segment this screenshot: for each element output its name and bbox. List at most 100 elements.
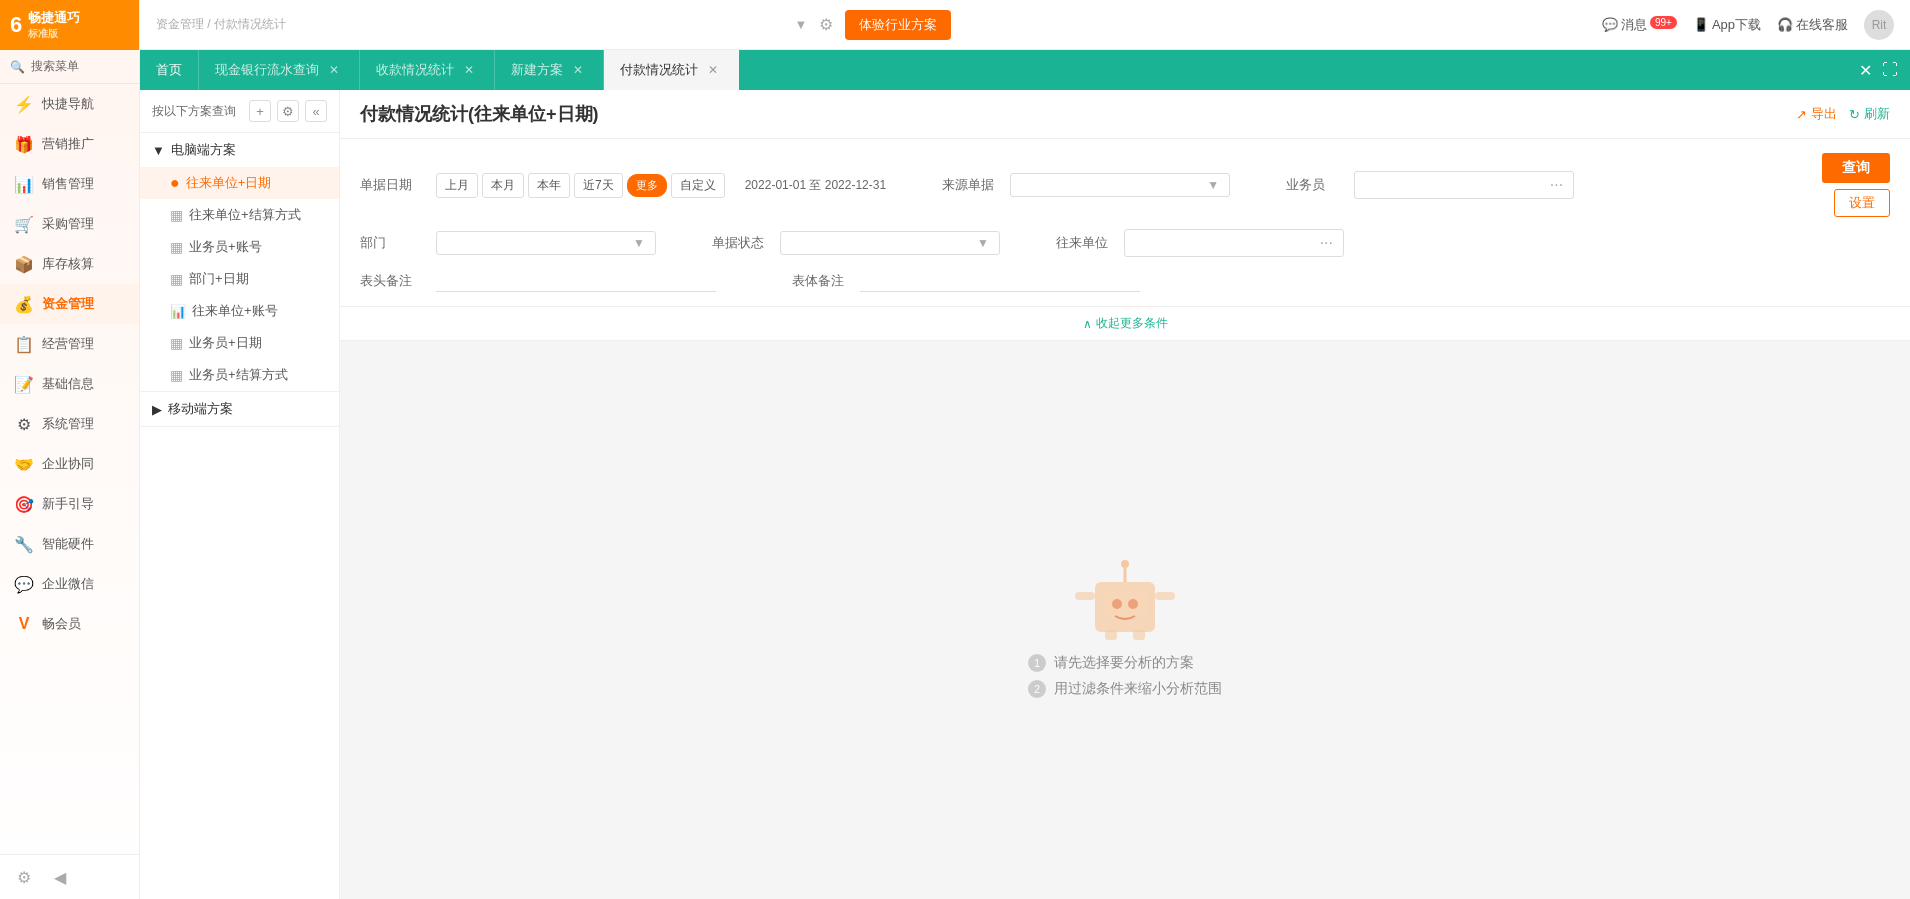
sidebar-item-label: 经营管理 [42, 335, 94, 353]
collapse-bar[interactable]: ∧ 收起更多条件 [340, 307, 1910, 341]
page-header: 付款情况统计(往来单位+日期) ↗ 导出 ↻ 刷新 [340, 90, 1910, 139]
voucher-status-arrow: ▼ [977, 236, 989, 250]
scheme-unit-settle[interactable]: ▦ 往来单位+结算方式 [140, 199, 339, 231]
desktop-group-header[interactable]: ▼ 电脑端方案 [140, 133, 339, 167]
online-service[interactable]: 🎧 在线客服 [1777, 16, 1848, 34]
scheme-unit-account[interactable]: 📊 往来单位+账号 [140, 295, 339, 327]
note-body-input[interactable] [860, 269, 1140, 292]
settings-btn[interactable]: 设置 [1834, 189, 1890, 217]
refresh-btn[interactable]: ↻ 刷新 [1849, 105, 1890, 123]
tab-receipt-label: 收款情况统计 [376, 61, 454, 79]
btn-more[interactable]: 更多 [627, 174, 667, 197]
note-header-input[interactable] [436, 269, 716, 292]
sidebar-item-zhineng[interactable]: 🔧 智能硬件 [0, 524, 139, 564]
tab-new[interactable]: 新建方案 ✕ [495, 50, 604, 90]
tab-bank-close[interactable]: ✕ [325, 61, 343, 79]
sidebar-item-label: 企业微信 [42, 575, 94, 593]
cart-icon: 🛒 [14, 214, 34, 234]
salesman-select[interactable]: ··· [1354, 171, 1574, 199]
user-avatar[interactable]: Rit [1864, 10, 1894, 40]
svg-rect-6 [1075, 592, 1095, 600]
panel-header-icons: + ⚙ « [249, 100, 327, 122]
btn-this-month[interactable]: 本月 [482, 173, 524, 198]
sidebar-item-qiye[interactable]: 🤝 企业协同 [0, 444, 139, 484]
message-badge: 99+ [1650, 16, 1677, 29]
svg-point-5 [1121, 560, 1129, 568]
close-all-icon[interactable]: ✕ [1859, 61, 1872, 80]
tab-new-close[interactable]: ✕ [569, 61, 587, 79]
app-download[interactable]: 📱 App下载 [1693, 16, 1761, 34]
tab-receipt[interactable]: 收款情况统计 ✕ [360, 50, 495, 90]
sidebar-item-jichu[interactable]: 📝 基础信息 [0, 364, 139, 404]
empty-state: 1 请先选择要分析的方案 2 用过滤条件来缩小分析范围 [340, 341, 1910, 899]
mobile-group-label: 移动端方案 [168, 400, 233, 418]
collapse-sidebar-icon[interactable]: ◀ [46, 863, 74, 891]
settings-gear-icon[interactable]: ⚙ [819, 15, 833, 34]
settings-icon[interactable]: ⚙ [10, 863, 38, 891]
export-btn[interactable]: ↗ 导出 [1796, 105, 1837, 123]
scheme-staff-settle[interactable]: ▦ 业务员+结算方式 [140, 359, 339, 391]
scheme-icon-4: 📊 [170, 304, 186, 319]
btn-custom[interactable]: 自定义 [671, 173, 725, 198]
sidebar-item-kuaijie[interactable]: ⚡ 快捷导航 [0, 84, 139, 124]
sidebar-item-huiyuan[interactable]: V 畅会员 [0, 604, 139, 644]
scheme-unit-date[interactable]: ● 往来单位+日期 [140, 167, 339, 199]
search-menu[interactable]: 🔍 搜索菜单 [0, 50, 139, 84]
source-select[interactable]: ▼ [1010, 173, 1230, 197]
active-scheme-icon: ● [170, 174, 180, 192]
info-icon: 📝 [14, 374, 34, 394]
sidebar-item-xiaoshou[interactable]: 📊 销售管理 [0, 164, 139, 204]
salesman-label: 业务员 [1286, 176, 1346, 194]
partner-label: 往来单位 [1056, 234, 1116, 252]
scheme-staff-date[interactable]: ▦ 业务员+日期 [140, 327, 339, 359]
scheme-item-label: 往来单位+账号 [192, 302, 278, 320]
btn-this-year[interactable]: 本年 [528, 173, 570, 198]
message-label: 消息 [1621, 16, 1647, 34]
tab-bank[interactable]: 现金银行流水查询 ✕ [199, 50, 360, 90]
btn-last-month[interactable]: 上月 [436, 173, 478, 198]
salesman-more-icon[interactable]: ··· [1550, 176, 1563, 194]
sidebar-item-wechat[interactable]: 💬 企业微信 [0, 564, 139, 604]
chevron-down-icon: ▼ [152, 143, 165, 158]
money-icon: 💰 [14, 294, 34, 314]
gear-icon: ⚙ [14, 414, 34, 434]
voucher-status-select[interactable]: ▼ [780, 231, 1000, 255]
note-body-label: 表体备注 [792, 272, 852, 290]
tab-home[interactable]: 首页 [140, 50, 199, 90]
scheme-dept-date[interactable]: ▦ 部门+日期 [140, 263, 339, 295]
btn-last-7days[interactable]: 近7天 [574, 173, 623, 198]
scheme-staff-account[interactable]: ▦ 业务员+账号 [140, 231, 339, 263]
scheme-icon-2: ▦ [170, 239, 183, 255]
sidebar-item-label: 企业协同 [42, 455, 94, 473]
dept-select[interactable]: ▼ [436, 231, 656, 255]
sidebar-item-xitong[interactable]: ⚙ 系统管理 [0, 404, 139, 444]
scheme-item-label: 业务员+账号 [189, 238, 262, 256]
sidebar-item-jingying[interactable]: 📋 经营管理 [0, 324, 139, 364]
box-icon: 📦 [14, 254, 34, 274]
add-scheme-btn[interactable]: + [249, 100, 271, 122]
sidebar-item-zijin[interactable]: 💰 资金管理 [0, 284, 139, 324]
query-btn[interactable]: 查询 [1822, 153, 1890, 183]
partner-select[interactable]: ··· [1124, 229, 1344, 257]
sidebar-item-xinshou[interactable]: 🎯 新手引导 [0, 484, 139, 524]
partner-more-icon[interactable]: ··· [1320, 234, 1333, 252]
sidebar-item-caigou[interactable]: 🛒 采购管理 [0, 204, 139, 244]
tab-payment-close[interactable]: ✕ [704, 61, 722, 79]
sidebar-item-kucun[interactable]: 📦 库存核算 [0, 244, 139, 284]
collapse-panel-btn[interactable]: « [305, 100, 327, 122]
desktop-scheme-group: ▼ 电脑端方案 ● 往来单位+日期 ▦ 往来单位+结算方式 ▦ 业务员+账号 ▦ [140, 133, 339, 392]
trial-btn[interactable]: 体验行业方案 [845, 10, 951, 40]
date-range-text: 2022-01-01 至 2022-12-31 [745, 177, 886, 194]
sidebar-item-yingxiao[interactable]: 🎁 营销推广 [0, 124, 139, 164]
tab-payment[interactable]: 付款情况统计 ✕ [604, 50, 739, 90]
scheme-item-label: 往来单位+日期 [186, 174, 272, 192]
search-label: 搜索菜单 [31, 58, 79, 75]
mobile-scheme-group: ▶ 移动端方案 [140, 392, 339, 427]
mobile-group-header[interactable]: ▶ 移动端方案 [140, 392, 339, 426]
scheme-settings-btn[interactable]: ⚙ [277, 100, 299, 122]
tab-receipt-close[interactable]: ✕ [460, 61, 478, 79]
logo-sub: 标准版 [28, 27, 80, 41]
maximize-icon[interactable]: ⛶ [1882, 61, 1898, 79]
message-area[interactable]: 💬 消息 99+ [1602, 16, 1677, 34]
filter-right-actions: 查询 设置 [1822, 153, 1890, 217]
